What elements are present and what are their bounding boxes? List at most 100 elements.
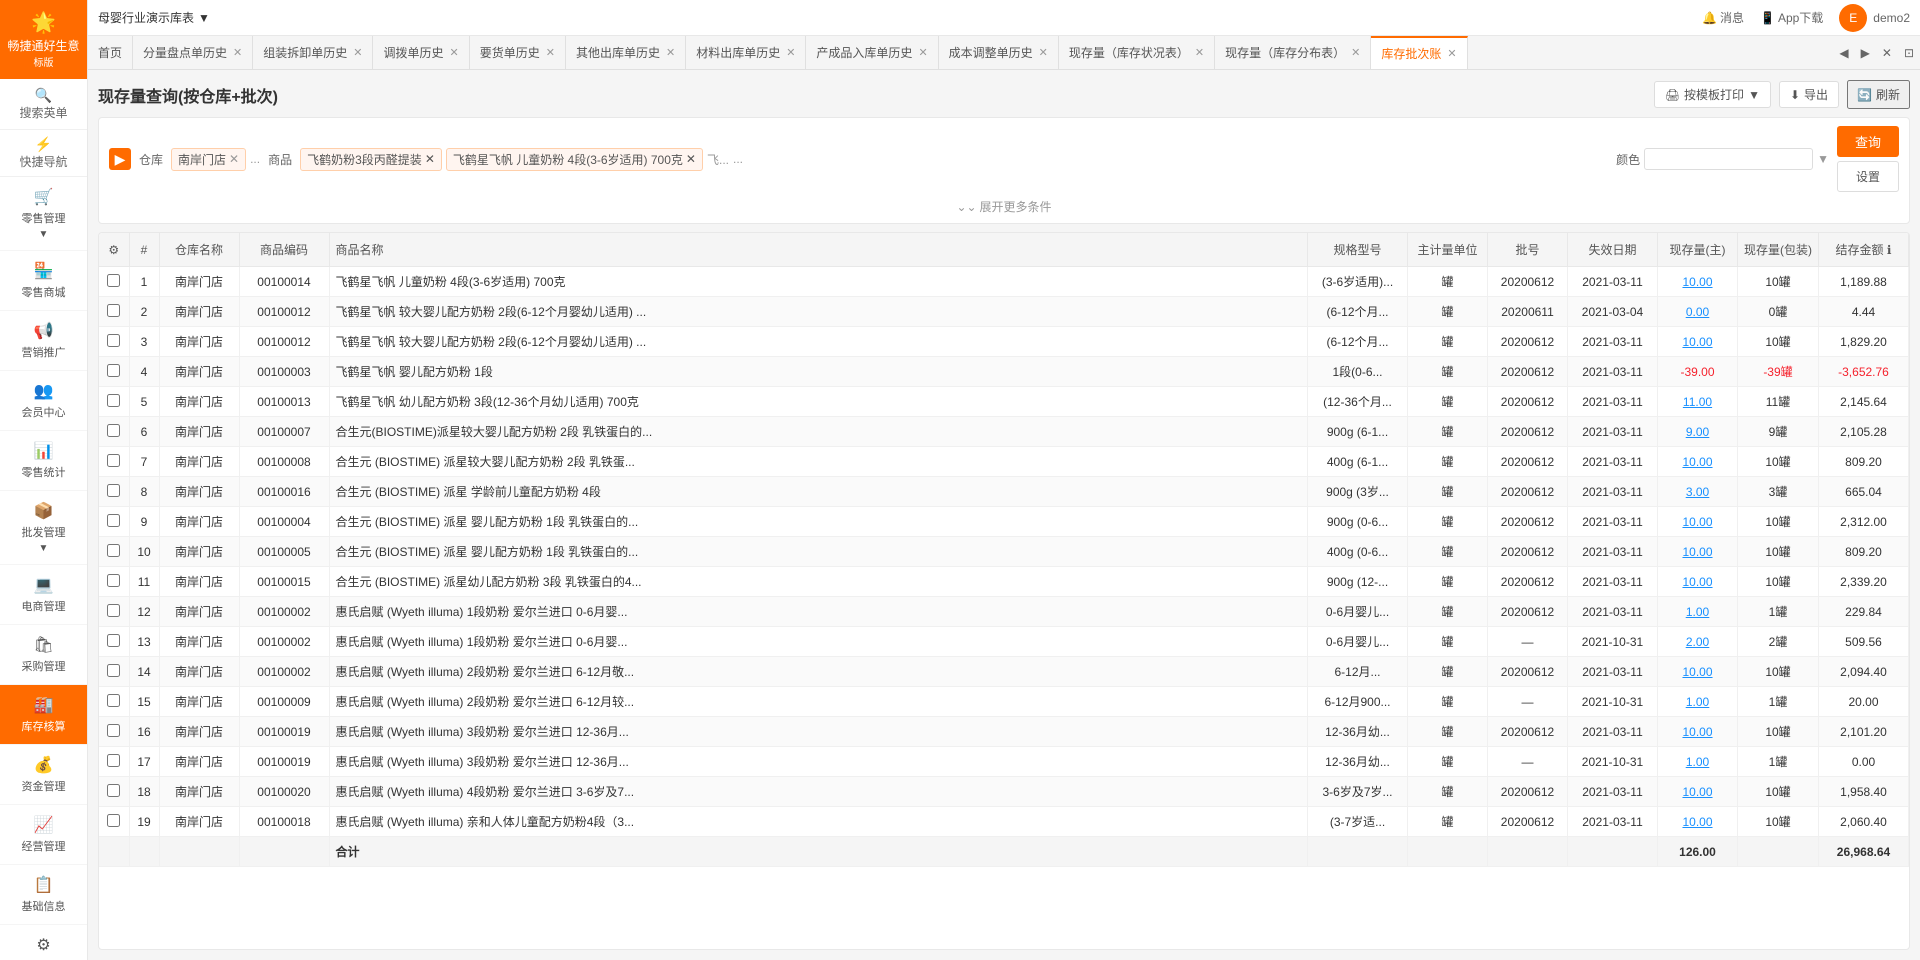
sidebar-item-wholesale[interactable]: 📦 批发管理 ▼ [0, 491, 87, 565]
tab-disassemble-close[interactable]: ✕ [353, 36, 362, 70]
cell-checkbox[interactable] [99, 507, 129, 537]
cell-stock-main[interactable]: 1.00 [1658, 687, 1738, 717]
tab-other-out[interactable]: 其他出库单历史✕ [566, 36, 686, 70]
tab-disassemble[interactable]: 组装拆卸单历史✕ [253, 36, 373, 70]
cell-stock-main[interactable]: 10.00 [1658, 807, 1738, 837]
cell-checkbox[interactable] [99, 747, 129, 777]
sidebar-item-basics[interactable]: 📋 基础信息 [0, 865, 87, 925]
sidebar-search[interactable]: 🔍 搜索英单 [0, 79, 87, 130]
product-tag-2[interactable]: 飞鹤星飞帆 儿童奶粉 4段(3-6岁适用) 700克 ✕ [446, 148, 703, 171]
cell-stock-main[interactable]: 10.00 [1658, 657, 1738, 687]
tab-material-out[interactable]: 材料出库单历史✕ [686, 36, 806, 70]
sidebar-item-retail-stats[interactable]: 📊 零售统计 [0, 431, 87, 491]
print-button[interactable]: 🖨 按模板打印 ▼ [1654, 81, 1771, 108]
cell-stock-main[interactable]: 10.00 [1658, 537, 1738, 567]
cell-stock-main[interactable]: 10.00 [1658, 267, 1738, 297]
cell-checkbox[interactable] [99, 387, 129, 417]
cell-stock-main[interactable]: 0.00 [1658, 297, 1738, 327]
cell-stock-main[interactable]: 10.00 [1658, 447, 1738, 477]
cell-checkbox[interactable] [99, 477, 129, 507]
product-filter-more[interactable]: 飞... [707, 151, 729, 168]
sidebar-item-marketing[interactable]: 📢 营销推广 [0, 311, 87, 371]
th-stock-main[interactable]: 现存量(主) [1658, 233, 1738, 267]
cell-stock-main[interactable]: 10.00 [1658, 777, 1738, 807]
tab-cost-adjust[interactable]: 成本调整单历史✕ [939, 36, 1059, 70]
th-balance[interactable]: 结存金额 ℹ [1819, 233, 1909, 267]
cell-checkbox[interactable] [99, 447, 129, 477]
th-code[interactable]: 商品编码 [239, 233, 329, 267]
cell-stock-main[interactable]: 1.00 [1658, 597, 1738, 627]
th-name[interactable]: 商品名称 [329, 233, 1308, 267]
cell-checkbox[interactable] [99, 297, 129, 327]
tab-stock-status-close[interactable]: ✕ [1195, 36, 1204, 70]
color-dropdown-icon[interactable]: ▼ [1817, 152, 1829, 166]
cell-stock-main[interactable]: 2.00 [1658, 627, 1738, 657]
cell-stock-main[interactable]: 10.00 [1658, 327, 1738, 357]
tab-request[interactable]: 要货单历史✕ [470, 36, 566, 70]
cell-checkbox[interactable] [99, 357, 129, 387]
cell-checkbox[interactable] [99, 717, 129, 747]
tab-material-out-close[interactable]: ✕ [786, 36, 795, 70]
th-expire[interactable]: 失效日期 [1568, 233, 1658, 267]
cell-stock-main[interactable]: 10.00 [1658, 507, 1738, 537]
refresh-button[interactable]: 🔄 刷新 [1847, 80, 1910, 109]
tab-stock-batch-close[interactable]: ✕ [1447, 37, 1456, 71]
tab-prev-btn[interactable]: ◀ [1833, 36, 1854, 70]
product-tag-1-close[interactable]: ✕ [425, 152, 435, 166]
cell-stock-main[interactable]: 9.00 [1658, 417, 1738, 447]
tab-stock-dist[interactable]: 现存量（库存分布表）✕ [1215, 36, 1371, 70]
th-batch[interactable]: 批号 [1488, 233, 1568, 267]
tab-transfer[interactable]: 调拨单历史✕ [373, 36, 469, 70]
expand-more-btn[interactable]: ⌄⌄ 展开更多条件 [109, 198, 1899, 215]
cell-checkbox[interactable] [99, 657, 129, 687]
th-stock-pkg[interactable]: 现存量(包装) [1738, 233, 1819, 267]
tab-other-out-close[interactable]: ✕ [666, 36, 675, 70]
cell-stock-main[interactable]: 3.00 [1658, 477, 1738, 507]
tab-split-close[interactable]: ✕ [233, 36, 242, 70]
cell-checkbox[interactable] [99, 327, 129, 357]
cell-stock-main[interactable]: 10.00 [1658, 717, 1738, 747]
cell-checkbox[interactable] [99, 267, 129, 297]
th-unit[interactable]: 主计量单位 [1408, 233, 1488, 267]
cell-checkbox[interactable] [99, 417, 129, 447]
tab-stock-batch[interactable]: 库存批次账✕ [1371, 36, 1467, 70]
tab-transfer-close[interactable]: ✕ [450, 36, 459, 70]
tab-request-close[interactable]: ✕ [546, 36, 555, 70]
tab-product-in-close[interactable]: ✕ [918, 36, 927, 70]
topbar-selector[interactable]: 母婴行业演示库表 ▼ [98, 9, 210, 26]
tab-close-all-btn[interactable]: ✕ [1876, 36, 1898, 70]
cell-checkbox[interactable] [99, 567, 129, 597]
cell-checkbox[interactable] [99, 687, 129, 717]
color-input[interactable] [1644, 148, 1813, 170]
product-tag-1[interactable]: 飞鹤奶粉3段丙醛提装 ✕ [300, 148, 442, 171]
tab-next-btn[interactable]: ▶ [1855, 36, 1876, 70]
app-download-button[interactable]: 📱 App下载 [1760, 9, 1823, 26]
sidebar-quick-nav[interactable]: ⚡ 快捷导航 [0, 130, 87, 177]
warehouse-tag[interactable]: 南岸门店 ✕ [171, 148, 246, 171]
th-spec[interactable]: 规格型号 [1308, 233, 1408, 267]
cell-stock-main[interactable]: -39.00 [1658, 357, 1738, 387]
sidebar-item-member[interactable]: 👥 会员中心 [0, 371, 87, 431]
sidebar-item-retail[interactable]: 🛒 零售管理 ▼ [0, 177, 87, 251]
cell-stock-main[interactable]: 10.00 [1658, 567, 1738, 597]
filter-expand-btn[interactable]: ▶ [109, 148, 131, 170]
sidebar-item-inventory[interactable]: 🏭 库存核算 [0, 685, 87, 745]
warehouse-filter-more[interactable]: ... [250, 152, 260, 166]
cell-stock-main[interactable]: 1.00 [1658, 747, 1738, 777]
export-button[interactable]: ⬇ 导出 [1779, 81, 1839, 108]
cell-stock-main[interactable]: 11.00 [1658, 387, 1738, 417]
sidebar-item-system[interactable]: ⚙ 系统管理 [0, 925, 87, 960]
tab-expand-btn[interactable]: ⊡ [1898, 36, 1920, 70]
user-area[interactable]: E demo2 [1839, 4, 1910, 32]
cell-checkbox[interactable] [99, 537, 129, 567]
product-tag-2-close[interactable]: ✕ [686, 152, 696, 166]
sidebar-item-purchase[interactable]: 🛍 采购管理 [0, 625, 87, 685]
tab-home[interactable]: 首页 [88, 36, 133, 70]
tab-stock-status[interactable]: 现存量（库存状况表）✕ [1059, 36, 1215, 70]
sidebar-item-ecommerce[interactable]: 💻 电商管理 [0, 565, 87, 625]
th-settings[interactable]: ⚙ [99, 233, 129, 267]
cell-checkbox[interactable] [99, 777, 129, 807]
tab-product-in[interactable]: 产成品入库单历史✕ [806, 36, 938, 70]
th-warehouse[interactable]: 仓库名称 [159, 233, 239, 267]
sidebar-item-business[interactable]: 📈 经营管理 [0, 805, 87, 865]
